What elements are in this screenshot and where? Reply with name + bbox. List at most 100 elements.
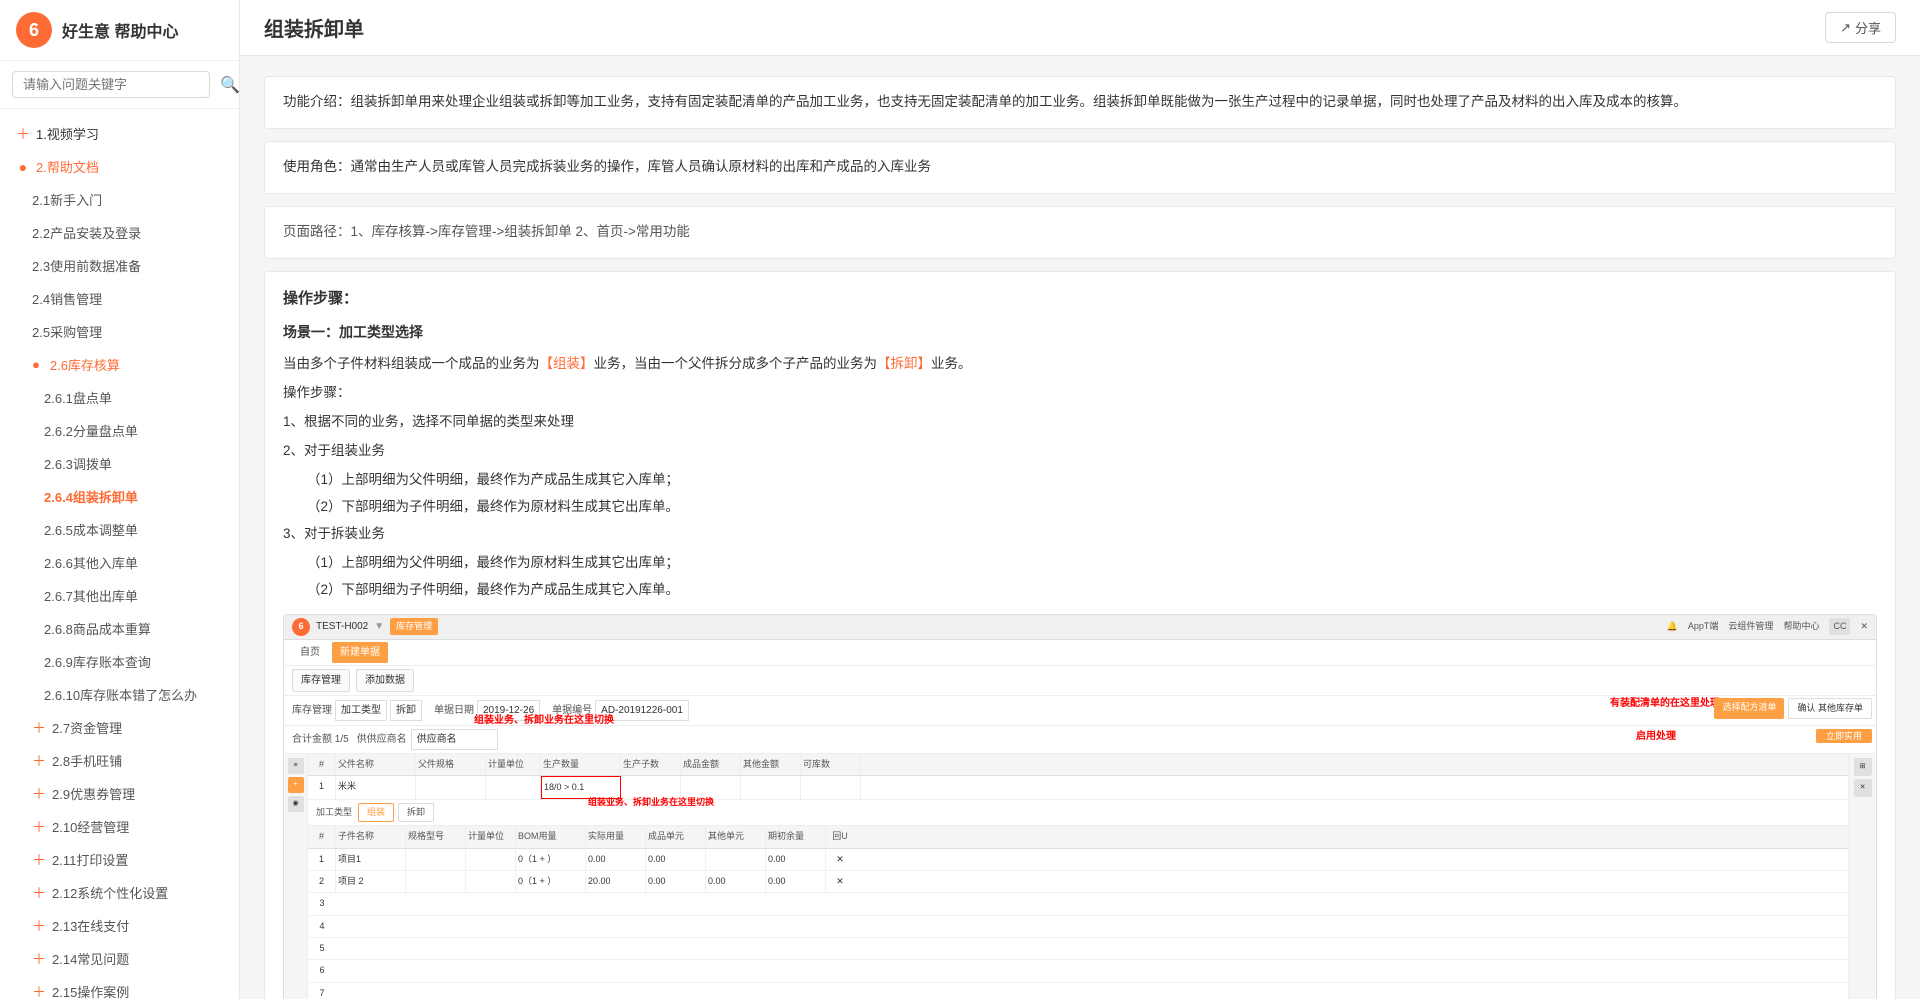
th-qty1: 生产数量 — [541, 754, 621, 775]
sidebar-label-2-6-3: 2.6.3调拨单 — [44, 454, 112, 473]
t2r1-unit — [466, 849, 516, 870]
app-icon-1: 🔔 — [1667, 619, 1678, 634]
t2r3-num: 3 — [308, 893, 336, 914]
sidebar-item-2-6-8[interactable]: 2.6.8商品成本重算 — [0, 612, 239, 645]
app-right-panel: ⊞ ✕ — [1848, 754, 1876, 999]
panel-icon-1: ≡ — [288, 758, 304, 774]
t2r2-remain: 0.00 — [766, 871, 826, 892]
minus-icon-2: ● — [16, 160, 30, 174]
sidebar-item-2-7[interactable]: ＋ 2.7资金管理 — [0, 711, 239, 744]
app-supplier-row: 合计金额 1/5 供供应商名 供应商名 组装业务、拆卸业务在这里切换 启用处理 … — [284, 726, 1876, 754]
th-amt2: 其他金额 — [741, 754, 801, 775]
sidebar-item-2-6-9[interactable]: 2.6.9库存账本查询 — [0, 645, 239, 678]
annotation-text-1: 有装配清单的在这里处理 — [1610, 695, 1720, 712]
share-button[interactable]: ↗ 分享 — [1825, 12, 1896, 43]
app-titlebar: 6 TEST-H002 ▼ 库存管理 🔔 AppT端 云组件管理 帮助中心 CC… — [284, 615, 1876, 640]
sidebar-item-2-6-10[interactable]: 2.6.10库存账本错了怎么办 — [0, 678, 239, 711]
sidebar-item-2-6-1[interactable]: 2.6.1盘点单 — [0, 381, 239, 414]
logo-bar: 6 好生意 帮助中心 — [0, 0, 239, 61]
sidebar-label-2-10: 2.10经营管理 — [52, 817, 129, 836]
t2h-name: 子件名称 — [336, 826, 406, 847]
annotation-area-2: 组装业务、拆卸业务在这里切换 — [474, 712, 614, 729]
table2-row-4: 4 — [308, 916, 1848, 938]
plus-icon-2-10: ＋ — [32, 820, 46, 834]
sidebar-label-2-13: 2.13在线支付 — [52, 916, 129, 935]
sidebar-item-2-2[interactable]: 2.2产品安装及登录 — [0, 216, 239, 249]
td1-amt2 — [741, 776, 801, 799]
role-block: 使用角色：通常由生产人员或库管人员完成拆装业务的操作，库管人员确认原材料的出库和… — [264, 141, 1896, 194]
t2r7-num: 7 — [308, 983, 336, 999]
select-formula-btn: 选择配方清单 — [1714, 698, 1784, 719]
t2r6-num: 6 — [308, 960, 336, 981]
right-icon-2: ✕ — [1854, 779, 1872, 797]
t2r1-remain: 0.00 — [766, 849, 826, 870]
t2r2-action: ✕ — [826, 871, 854, 892]
sidebar-item-2-4[interactable]: 2.4销售管理 — [0, 282, 239, 315]
app-left-panel: ≡ + ◉ — [284, 754, 308, 999]
app-top-right: 🔔 AppT端 云组件管理 帮助中心 CC ✕ — [1667, 618, 1868, 635]
sidebar-item-2-10[interactable]: ＋ 2.10经营管理 — [0, 810, 239, 843]
supplier-name-label: 供供应商名 — [357, 731, 407, 748]
sidebar-item-2[interactable]: ● 2.帮助文档 — [0, 150, 239, 183]
panel-icon-2: + — [288, 777, 304, 793]
t2r1-bom: 0（1 + ） — [516, 849, 586, 870]
app-avatar: CC — [1829, 618, 1850, 635]
sidebar-item-2-11[interactable]: ＋ 2.11打印设置 — [0, 843, 239, 876]
sidebar-label-1: 1.视频学习 — [36, 124, 99, 143]
sidebar-item-2-6-4[interactable]: 2.6.4组装拆卸单 — [0, 480, 239, 513]
sidebar-item-2-8[interactable]: ＋ 2.8手机旺铺 — [0, 744, 239, 777]
sidebar-item-2-14[interactable]: ＋ 2.14常见问题 — [0, 942, 239, 975]
sidebar-label-2-2: 2.2产品安装及登录 — [32, 223, 141, 242]
plus-icon-2-11: ＋ — [32, 853, 46, 867]
sidebar-item-2-6-3[interactable]: 2.6.3调拨单 — [0, 447, 239, 480]
t2r2-num: 2 — [308, 871, 336, 892]
sidebar-label-2-6-9: 2.6.9库存账本查询 — [44, 652, 151, 671]
type-switch-label: 加工类型 — [316, 805, 352, 820]
toolbar-btn-2: 添加数据 — [356, 669, 414, 692]
t2r1-num: 1 — [308, 849, 336, 870]
panel-icon-3: ◉ — [288, 796, 304, 812]
plus-icon-2-12: ＋ — [32, 886, 46, 900]
t2r1-name: 项目1 — [336, 849, 406, 870]
right-icon-1: ⊞ — [1854, 758, 1872, 776]
sidebar-label-2-4: 2.4销售管理 — [32, 289, 102, 308]
search-button[interactable]: 🔍 — [216, 75, 240, 95]
plus-icon-2-7: ＋ — [32, 721, 46, 735]
app-toolbar: 库存管理 添加数据 — [284, 666, 1876, 696]
sidebar-item-2-6[interactable]: ● 2.6库存核算 — [0, 348, 239, 381]
app-table-area: # 父件名称 父件规格 计量单位 生产数量 生产子数 成品金额 其他金额 可库数 — [308, 754, 1848, 999]
th-action — [861, 754, 889, 775]
form-type2-value: 拆卸 — [390, 700, 422, 721]
sidebar-item-2-12[interactable]: ＋ 2.12系统个性化设置 — [0, 876, 239, 909]
search-input[interactable] — [12, 71, 210, 98]
annotation-area-3: 启用处理 — [1636, 728, 1676, 745]
sidebar-item-2-6-2[interactable]: 2.6.2分量盘点单 — [0, 414, 239, 447]
step2-sub1: （1）上部明细为父件明细，最终作为产成品生成其它入库单； — [307, 469, 1877, 492]
intro-block: 功能介绍：组装拆卸单用来处理企业组装或拆卸等加工业务，支持有固定装配清单的产品加… — [264, 76, 1896, 129]
form-type-value: 加工类型 — [335, 700, 387, 721]
share-icon: ↗ — [1840, 20, 1851, 36]
annotation-type-text: 组装业务、拆卸业务在这里切换 — [588, 797, 714, 807]
sidebar-item-2-6-5[interactable]: 2.6.5成本调整单 — [0, 513, 239, 546]
sidebar-label-2: 2.帮助文档 — [36, 157, 99, 176]
t2h-action: 回U — [826, 826, 854, 847]
sidebar-item-2-5[interactable]: 2.5采购管理 — [0, 315, 239, 348]
t2h-amt1: 成品单元 — [646, 826, 706, 847]
sidebar-item-2-6-7[interactable]: 2.6.7其他出库单 — [0, 579, 239, 612]
th-qty2: 生产子数 — [621, 754, 681, 775]
sidebar-item-2-15[interactable]: ＋ 2.15操作案例 — [0, 975, 239, 999]
app-tab-new: 新建单据 — [332, 642, 388, 663]
supplier-field: 供供应商名 供应商名 — [357, 729, 498, 750]
sidebar-item-2-9[interactable]: ＋ 2.9优惠券管理 — [0, 777, 239, 810]
plus-icon-2-8: ＋ — [32, 754, 46, 768]
app-divider: ▼ — [374, 618, 384, 635]
sidebar-item-2-13[interactable]: ＋ 2.13在线支付 — [0, 909, 239, 942]
sidebar-item-2-3[interactable]: 2.3使用前数据准备 — [0, 249, 239, 282]
top-bar: 组装拆卸单 ↗ 分享 — [240, 0, 1920, 56]
table2-row-6: 6 — [308, 960, 1848, 982]
table2-row-3: 3 — [308, 893, 1848, 915]
sidebar-item-1[interactable]: ＋ 1.视频学习 — [0, 117, 239, 150]
sidebar-item-2-1[interactable]: 2.1新手入门 — [0, 183, 239, 216]
sidebar-item-2-6-6[interactable]: 2.6.6其他入库单 — [0, 546, 239, 579]
t2r2-actual: 20.00 — [586, 871, 646, 892]
